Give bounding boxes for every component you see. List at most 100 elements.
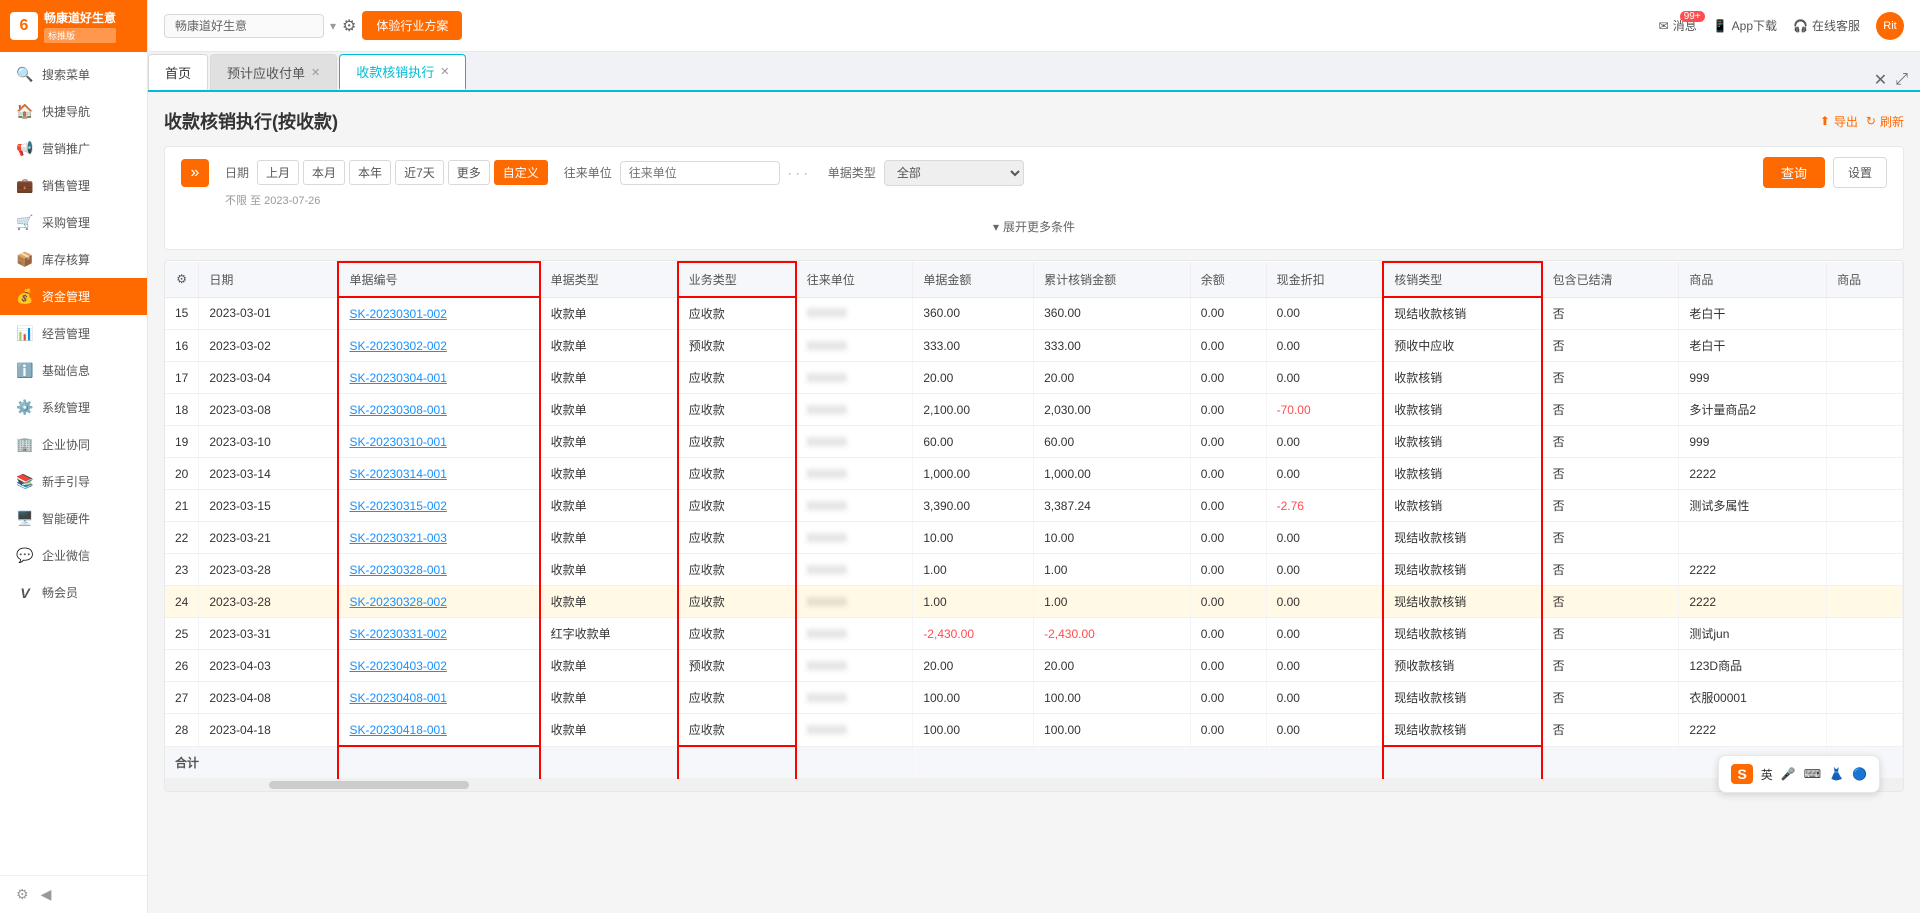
- cell-order-no: SK-20230403-002: [338, 650, 539, 682]
- order-link[interactable]: SK-20230331-002: [349, 627, 446, 641]
- order-link[interactable]: SK-20230304-001: [349, 371, 446, 385]
- col-doc-type: 单据类型: [540, 262, 678, 297]
- partner-input[interactable]: [620, 161, 780, 185]
- sidebar-item-finance[interactable]: 💰 资金管理: [0, 278, 147, 315]
- cell-doc-type: 收款单: [540, 394, 678, 426]
- cell-no: 27: [165, 682, 199, 714]
- tab-prepay[interactable]: 预计应收付单 ✕: [210, 54, 337, 90]
- order-link[interactable]: SK-20230314-001: [349, 467, 446, 481]
- horizontal-scrollbar[interactable]: [165, 779, 1903, 791]
- order-link[interactable]: SK-20230418-001: [349, 723, 446, 737]
- query-button[interactable]: 查询: [1763, 157, 1825, 188]
- cell-verify-type: 预收中应收: [1383, 330, 1541, 362]
- online-service-button[interactable]: 🎧 在线客服: [1793, 17, 1860, 34]
- tab-close-icon[interactable]: ✕: [1874, 70, 1887, 90]
- cell-biz-type: 应收款: [678, 362, 796, 394]
- settings-icon[interactable]: ⚙: [16, 886, 29, 903]
- operations-icon: 📊: [16, 325, 34, 342]
- order-link[interactable]: SK-20230408-001: [349, 691, 446, 705]
- phone-icon: 📱: [1713, 19, 1728, 33]
- col-product2: 商品: [1827, 262, 1903, 297]
- sidebar-item-wechat[interactable]: 💬 企业微信: [0, 537, 147, 574]
- col-biz-type: 业务类型: [678, 262, 796, 297]
- sidebar-item-guide[interactable]: 📚 新手引导: [0, 463, 147, 500]
- tab-verify-close[interactable]: ✕: [440, 65, 449, 78]
- keyboard-icon[interactable]: ⌨: [1804, 767, 1821, 781]
- dress-icon[interactable]: 👗: [1829, 767, 1844, 781]
- order-link[interactable]: SK-20230315-002: [349, 499, 446, 513]
- breadcrumb-input[interactable]: [164, 14, 324, 38]
- tab-home[interactable]: 首页: [148, 54, 208, 90]
- filter-more[interactable]: 更多: [448, 160, 490, 185]
- cell-date: 2023-03-10: [199, 426, 339, 458]
- tab-prepay-close[interactable]: ✕: [311, 66, 320, 79]
- mic-icon[interactable]: 🎤: [1781, 767, 1796, 781]
- doctype-select[interactable]: 全部 收款单 红字收款单: [884, 160, 1024, 186]
- gear-icon[interactable]: ⚙: [342, 16, 356, 36]
- export-button[interactable]: ⬆ 导出: [1820, 113, 1858, 130]
- avatar[interactable]: Rit: [1876, 12, 1904, 40]
- cell-verify-amount: 10.00: [1034, 522, 1191, 554]
- cell-verify-type: 现结收款核销: [1383, 682, 1541, 714]
- sidebar-item-inventory[interactable]: 📦 库存核算: [0, 241, 147, 278]
- filter-this-year[interactable]: 本年: [349, 160, 391, 185]
- cell-product: 多计量商品2: [1679, 394, 1827, 426]
- order-link[interactable]: SK-20230403-002: [349, 659, 446, 673]
- sidebar-item-system[interactable]: ⚙️ 系统管理: [0, 389, 147, 426]
- sidebar-item-hardware[interactable]: 🖥️ 智能硬件: [0, 500, 147, 537]
- filter-custom[interactable]: 自定义: [494, 160, 548, 185]
- collapse-icon[interactable]: ◀: [41, 886, 52, 903]
- hardware-icon: 🖥️: [16, 510, 34, 527]
- sidebar-item-quick[interactable]: 🏠 快捷导航: [0, 93, 147, 130]
- partner-more-icon[interactable]: ···: [788, 166, 812, 180]
- cell-no: 15: [165, 297, 199, 330]
- table-row: 17 2023-03-04 SK-20230304-001 收款单 应收款 XX…: [165, 362, 1903, 394]
- sidebar-item-basic[interactable]: ℹ️ 基础信息: [0, 352, 147, 389]
- cell-date: 2023-03-28: [199, 554, 339, 586]
- cell-no: 22: [165, 522, 199, 554]
- app-download-button[interactable]: 📱 App下载: [1713, 17, 1777, 34]
- order-link[interactable]: SK-20230321-003: [349, 531, 446, 545]
- cell-product: 衣服00001: [1679, 682, 1827, 714]
- cell-biz-type: 应收款: [678, 682, 796, 714]
- solution-button[interactable]: 体验行业方案: [362, 11, 462, 40]
- tab-verify[interactable]: 收款核销执行 ✕: [339, 54, 466, 90]
- order-link[interactable]: SK-20230302-002: [349, 339, 446, 353]
- order-link[interactable]: SK-20230310-001: [349, 435, 446, 449]
- order-link[interactable]: SK-20230308-001: [349, 403, 446, 417]
- order-link[interactable]: SK-20230328-002: [349, 595, 446, 609]
- order-link[interactable]: SK-20230301-002: [349, 307, 446, 321]
- cell-biz-type: 预收款: [678, 330, 796, 362]
- sidebar-item-operations[interactable]: 📊 经营管理: [0, 315, 147, 352]
- cell-amount: 2,100.00: [913, 394, 1034, 426]
- cell-included: 否: [1542, 682, 1679, 714]
- order-link[interactable]: SK-20230328-001: [349, 563, 446, 577]
- cell-amount: 1.00: [913, 586, 1034, 618]
- cell-date: 2023-03-31: [199, 618, 339, 650]
- cell-date: 2023-03-14: [199, 458, 339, 490]
- cell-biz-type: 应收款: [678, 297, 796, 330]
- sidebar-item-marketing[interactable]: 📢 营销推广: [0, 130, 147, 167]
- expand-more-button[interactable]: ▾ 展开更多条件: [181, 214, 1887, 239]
- footer-label: 合计: [165, 746, 338, 778]
- settings-button[interactable]: 设置: [1833, 157, 1887, 188]
- filter-last-month[interactable]: 上月: [257, 160, 299, 185]
- filter-expand-button[interactable]: »: [181, 159, 209, 187]
- cell-product: 2222: [1679, 586, 1827, 618]
- messages-button[interactable]: ✉ 消息 99+: [1659, 17, 1697, 34]
- blue-circle-icon[interactable]: 🔵: [1852, 767, 1867, 781]
- cell-verify-type: 现结收款核销: [1383, 554, 1541, 586]
- cell-order-no: SK-20230308-001: [338, 394, 539, 426]
- page-actions: ⬆ 导出 ↻ 刷新: [1820, 113, 1904, 130]
- sidebar-item-search[interactable]: 🔍 搜索菜单: [0, 56, 147, 93]
- sidebar-item-member[interactable]: V 畅会员: [0, 574, 147, 611]
- scrollbar-thumb[interactable]: [269, 781, 469, 789]
- tab-expand-icon[interactable]: ⤢: [1895, 71, 1908, 89]
- cell-order-no: SK-20230408-001: [338, 682, 539, 714]
- filter-7days[interactable]: 近7天: [395, 160, 444, 185]
- sidebar-item-sales[interactable]: 💼 销售管理: [0, 167, 147, 204]
- filter-this-month[interactable]: 本月: [303, 160, 345, 185]
- refresh-button[interactable]: ↻ 刷新: [1866, 113, 1904, 130]
- sidebar-item-purchase[interactable]: 🛒 采购管理: [0, 204, 147, 241]
- sidebar-item-enterprise[interactable]: 🏢 企业协同: [0, 426, 147, 463]
